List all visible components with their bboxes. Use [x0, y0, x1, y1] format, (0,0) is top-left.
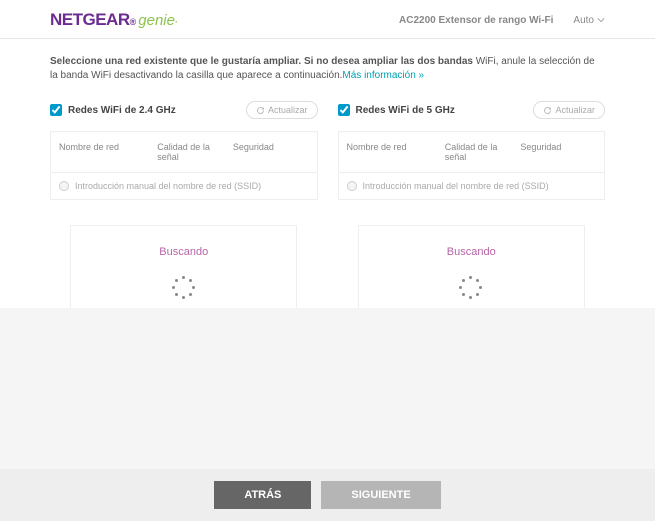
logo: NETGEAR® genie·	[50, 10, 178, 30]
refresh-icon	[543, 106, 552, 115]
footer: ATRÁS SIGUIENTE	[0, 469, 655, 521]
band-5ghz: Redes WiFi de 5 GHz Actualizar Nombre de…	[338, 101, 606, 331]
table-5: Nombre de red Calidad de la señal Seguri…	[338, 131, 606, 200]
header: NETGEAR® genie· AC2200 Extensor de rango…	[0, 0, 655, 39]
logo-genie: genie	[138, 12, 175, 29]
auto-dropdown[interactable]: Auto	[573, 15, 605, 26]
table-24: Nombre de red Calidad de la señal Seguri…	[50, 131, 318, 200]
refresh-5-button[interactable]: Actualizar	[533, 101, 605, 119]
back-button[interactable]: ATRÁS	[214, 481, 311, 509]
chevron-down-icon	[597, 17, 605, 23]
manual-ssid-24[interactable]: Introducción manual del nombre de red (S…	[51, 172, 317, 199]
band-5-checkbox[interactable]: Redes WiFi de 5 GHz	[338, 104, 455, 116]
refresh-icon	[256, 106, 265, 115]
radio-icon	[59, 181, 69, 191]
spinner-icon	[459, 276, 483, 300]
band-24ghz: Redes WiFi de 2.4 GHz Actualizar Nombre …	[50, 101, 318, 331]
model-label: AC2200 Extensor de rango Wi-Fi	[399, 15, 553, 26]
radio-icon	[347, 181, 357, 191]
col-security: Seguridad	[520, 142, 596, 162]
col-network-name: Nombre de red	[59, 142, 157, 162]
instructions: Seleccione una red existente que le gust…	[50, 55, 605, 83]
manual-ssid-5[interactable]: Introducción manual del nombre de red (S…	[339, 172, 605, 199]
spinner-icon	[172, 276, 196, 300]
refresh-24-button[interactable]: Actualizar	[246, 101, 318, 119]
next-button[interactable]: SIGUIENTE	[321, 481, 440, 509]
content: Seleccione una red existente que le gust…	[0, 39, 655, 331]
col-signal: Calidad de la señal	[157, 142, 233, 162]
col-signal: Calidad de la señal	[445, 142, 521, 162]
more-info-link[interactable]: Más información »	[342, 70, 424, 81]
col-security: Seguridad	[233, 142, 309, 162]
col-network-name: Nombre de red	[347, 142, 445, 162]
logo-netgear: NETGEAR	[50, 10, 130, 30]
band-24-checkbox[interactable]: Redes WiFi de 2.4 GHz	[50, 104, 176, 116]
